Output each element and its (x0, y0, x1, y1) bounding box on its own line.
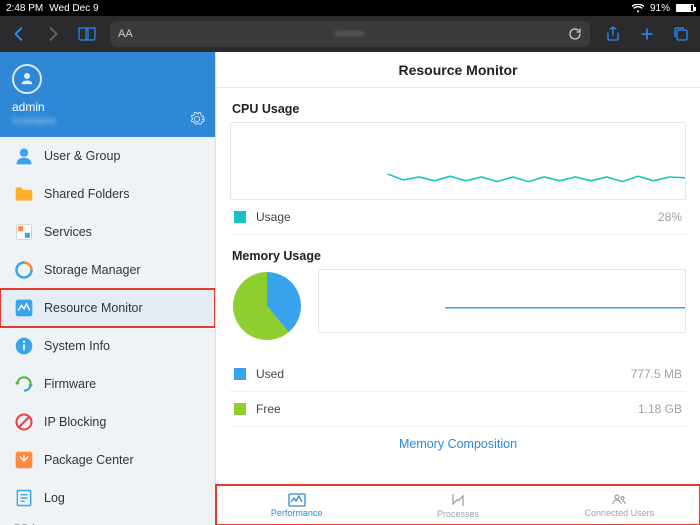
cpu-legend-label: Usage (256, 210, 291, 224)
main-panel: Resource Monitor CPU Usage Usage 28% Mem… (216, 52, 700, 525)
user-group-icon (14, 146, 34, 166)
back-button[interactable] (8, 23, 30, 45)
tab-processes[interactable]: Processes (377, 486, 538, 525)
tabs-button[interactable] (670, 23, 692, 45)
memory-free-row: Free 1.18 GB (230, 392, 686, 427)
cpu-chart (230, 122, 686, 200)
content-scroll[interactable]: CPU Usage Usage 28% Memory Usage (216, 88, 700, 485)
forward-button[interactable] (42, 23, 64, 45)
performance-icon (288, 493, 306, 507)
status-time: 2:48 PM (6, 3, 43, 14)
avatar-icon (12, 64, 42, 94)
resource-monitor-icon (14, 298, 34, 318)
url-bar[interactable]: AA ▪▪▪▪▪▪ (110, 21, 590, 47)
sidebar-list[interactable]: User & Group Shared Folders Services Sto… (0, 137, 215, 525)
url-host: ▪▪▪▪▪▪ (335, 28, 364, 40)
memory-pie (230, 269, 304, 343)
tab-label: Processes (437, 509, 479, 519)
folder-icon (14, 184, 34, 204)
memory-chart (318, 269, 686, 333)
reload-button[interactable] (568, 27, 582, 41)
bookmarks-button[interactable] (76, 23, 98, 45)
sidebar-item-log[interactable]: Log (0, 479, 215, 517)
wifi-icon (632, 4, 644, 13)
sidebar-item-label: Firmware (44, 377, 96, 391)
battery-icon (676, 4, 694, 12)
sidebar-section-ds-apps: DS Apps (0, 517, 215, 525)
text-size-button[interactable]: AA (118, 28, 133, 40)
sidebar: admin hostname User & Group Shared Folde… (0, 52, 216, 525)
status-date: Wed Dec 9 (49, 3, 98, 14)
sidebar-item-label: Services (44, 225, 92, 239)
memory-free-value: 1.18 GB (638, 402, 682, 416)
log-icon (14, 488, 34, 508)
ios-status-bar: 2:48 PM Wed Dec 9 91% (0, 0, 700, 16)
sidebar-item-label: System Info (44, 339, 110, 353)
sidebar-item-label: User & Group (44, 149, 120, 163)
cpu-legend-row: Usage 28% (230, 200, 686, 235)
sidebar-item-label: Resource Monitor (44, 301, 143, 315)
sidebar-item-label: Package Center (44, 453, 134, 467)
new-tab-button[interactable] (636, 23, 658, 45)
memory-used-swatch (234, 368, 246, 380)
sidebar-item-firmware[interactable]: Firmware (0, 365, 215, 403)
block-icon (14, 412, 34, 432)
tab-label: Connected Users (585, 508, 655, 518)
share-button[interactable] (602, 23, 624, 45)
sidebar-item-resource-monitor[interactable]: Resource Monitor (0, 289, 215, 327)
gear-icon[interactable] (189, 111, 205, 127)
sidebar-item-package-center[interactable]: Package Center (0, 441, 215, 479)
sidebar-username: admin (12, 100, 203, 114)
cpu-heading: CPU Usage (230, 88, 686, 122)
info-icon (14, 336, 34, 356)
memory-used-value: 777.5 MB (631, 367, 682, 381)
processes-icon (450, 492, 466, 508)
memory-heading: Memory Usage (230, 235, 686, 269)
sidebar-item-label: Log (44, 491, 65, 505)
sidebar-item-services[interactable]: Services (0, 213, 215, 251)
cpu-usage-value: 28% (658, 210, 682, 224)
sidebar-hostname: hostname (12, 116, 203, 127)
memory-free-label: Free (256, 402, 281, 416)
tab-connected-users[interactable]: Connected Users (539, 486, 700, 525)
sidebar-item-label: Shared Folders (44, 187, 129, 201)
tab-label: Performance (271, 508, 323, 518)
sidebar-item-label: Storage Manager (44, 263, 141, 277)
firmware-icon (14, 374, 34, 394)
tab-performance[interactable]: Performance (216, 486, 377, 525)
sidebar-item-storage-manager[interactable]: Storage Manager (0, 251, 215, 289)
sidebar-item-ip-blocking[interactable]: IP Blocking (0, 403, 215, 441)
page-title: Resource Monitor (216, 52, 700, 88)
sidebar-item-label: IP Blocking (44, 415, 106, 429)
battery-pct: 91% (650, 3, 670, 14)
connected-users-icon (610, 493, 628, 507)
sidebar-item-user-group[interactable]: User & Group (0, 137, 215, 175)
memory-composition-link[interactable]: Memory Composition (230, 427, 686, 459)
cpu-swatch (234, 211, 246, 223)
memory-used-row: Used 777.5 MB (230, 357, 686, 392)
safari-toolbar: AA ▪▪▪▪▪▪ (0, 16, 700, 52)
sidebar-item-shared-folders[interactable]: Shared Folders (0, 175, 215, 213)
package-icon (14, 450, 34, 470)
bottom-tabs: Performance Processes Connected Users (216, 485, 700, 525)
memory-free-swatch (234, 403, 246, 415)
services-icon (14, 222, 34, 242)
storage-icon (14, 260, 34, 280)
sidebar-item-system-info[interactable]: System Info (0, 327, 215, 365)
memory-used-label: Used (256, 367, 284, 381)
sidebar-header: admin hostname (0, 52, 215, 137)
